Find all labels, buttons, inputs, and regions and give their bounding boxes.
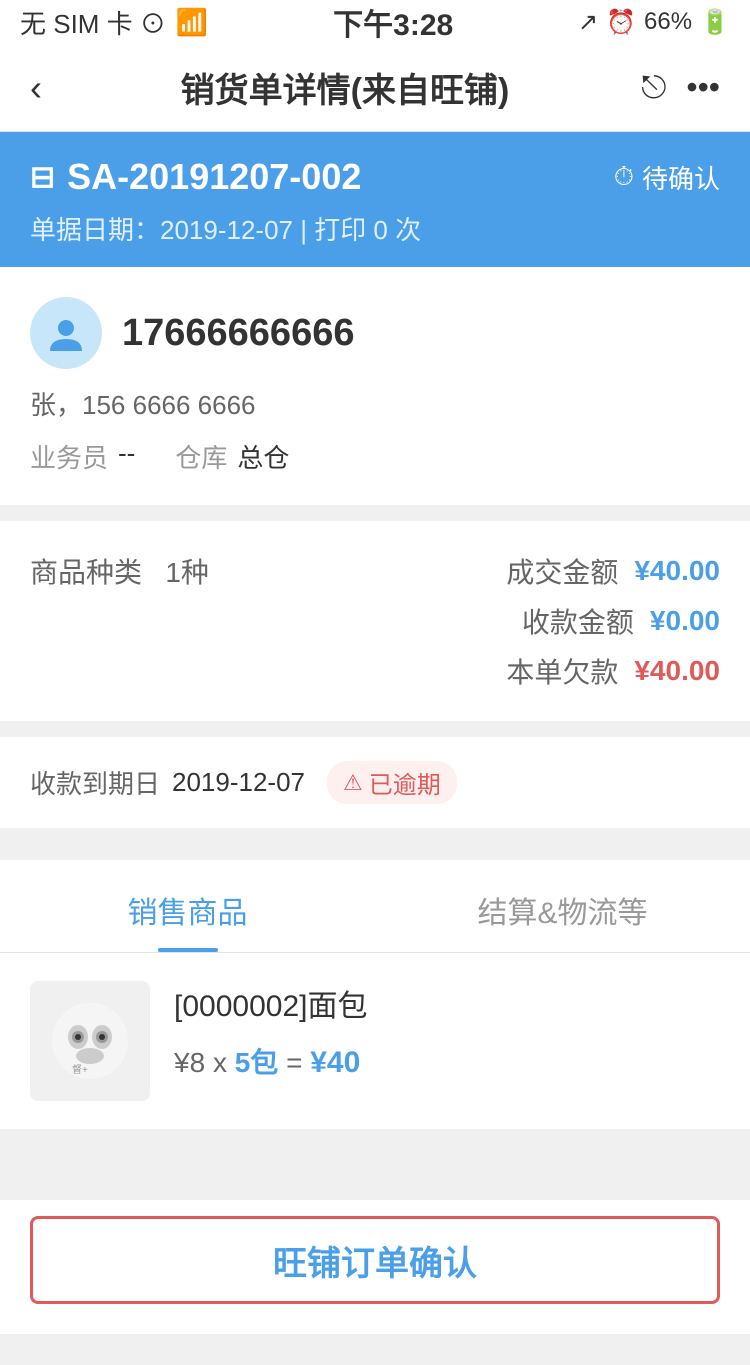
warehouse-label: 仓库 <box>175 438 227 475</box>
customer-name: 张，156 6666 6666 <box>30 385 720 422</box>
salesperson-field: 业务员 -- <box>30 438 135 475</box>
status-bar-right: ↗ ⏰ 66% 🔋 <box>578 8 730 37</box>
status-bar-time: 下午3:28 <box>333 0 453 44</box>
owed-amount-label: 本单欠款 <box>506 651 618 691</box>
goods-type-label: 商品种类 <box>30 557 142 588</box>
warehouse-value: 总仓 <box>237 438 289 475</box>
share-icon[interactable]: ⎋ <box>641 69 666 107</box>
battery-level: 66% <box>644 8 692 36</box>
received-amount-label: 收款金额 <box>522 601 634 641</box>
page-title: 销货单详情(来自旺铺) <box>90 63 600 112</box>
product-thumbnail: 督+ <box>30 981 150 1101</box>
price-unit: ¥8 <box>174 1047 205 1078</box>
customer-phone: 17666666666 <box>122 312 354 355</box>
back-button[interactable]: ‹ <box>30 67 90 109</box>
overdue-badge: ⚠ 已逾期 <box>327 761 457 804</box>
bottom-bar: 旺铺订单确认 <box>0 1200 750 1334</box>
alarm-icon: ⏰ <box>606 8 636 37</box>
due-date-value: 2019-12-07 <box>172 767 305 798</box>
battery-icon: 🔋 <box>700 8 730 37</box>
due-date-card: 收款到期日 2019-12-07 ⚠ 已逾期 <box>0 737 750 828</box>
wifi-icon: 📶 <box>176 7 208 38</box>
deal-amount-value: ¥40.00 <box>634 555 720 587</box>
salesperson-value: -- <box>118 438 135 475</box>
section-divider <box>0 844 750 860</box>
sim-status: 无 SIM 卡 ⊙ <box>20 4 166 41</box>
order-id: ⊟ SA-20191207-002 <box>30 156 361 198</box>
goods-type-row: 商品种类 1种 <box>30 551 209 591</box>
tab-sales[interactable]: 销售商品 <box>0 860 375 952</box>
due-date-label: 收款到期日 <box>30 764 160 801</box>
customer-card: 17666666666 张，156 6666 6666 业务员 -- 仓库 总仓 <box>0 267 750 505</box>
amounts-section: 成交金额 ¥40.00 收款金额 ¥0.00 本单欠款 ¥40.00 <box>506 551 720 691</box>
customer-avatar <box>30 297 102 369</box>
order-icon: ⊟ <box>30 160 55 195</box>
product-details: [0000002]面包 ¥8 x 5包 = ¥40 <box>174 981 720 1081</box>
tab-settlement-label: 结算&物流等 <box>477 897 647 930</box>
equals-sign: = <box>286 1047 310 1078</box>
product-item: 督+ [0000002]面包 ¥8 x 5包 = ¥40 <box>0 953 750 1129</box>
received-amount-row: 收款金额 ¥0.00 <box>522 601 720 641</box>
deal-amount-row: 成交金额 ¥40.00 <box>506 551 720 591</box>
salesperson-label: 业务员 <box>30 438 108 475</box>
order-date: 单据日期：2019-12-07 | 打印 0 次 <box>30 210 720 247</box>
tabs-bar: 销售商品 结算&物流等 <box>0 860 750 953</box>
confirm-order-button[interactable]: 旺铺订单确认 <box>30 1216 720 1304</box>
status-text: 待确认 <box>642 159 720 196</box>
goods-type-value: 1种 <box>165 557 209 588</box>
order-status: ⏱ 待确认 <box>614 159 720 196</box>
order-header: ⊟ SA-20191207-002 ⏱ 待确认 单据日期：2019-12-07 … <box>0 132 750 267</box>
more-icon[interactable]: ••• <box>686 69 720 106</box>
tab-settlement[interactable]: 结算&物流等 <box>375 860 750 952</box>
received-amount-value: ¥0.00 <box>650 605 720 637</box>
warehouse-field: 仓库 总仓 <box>175 438 289 475</box>
nav-bar: ‹ 销货单详情(来自旺铺) ⎋ ••• <box>0 44 750 132</box>
confirm-order-label: 旺铺订单确认 <box>273 1236 477 1285</box>
multiply-sign: x <box>213 1047 235 1078</box>
status-bar-left: 无 SIM 卡 ⊙ 📶 <box>20 4 208 41</box>
status-bar: 无 SIM 卡 ⊙ 📶 下午3:28 ↗ ⏰ 66% 🔋 <box>0 0 750 44</box>
clock-icon: ⏱ <box>614 161 634 193</box>
owed-amount-row: 本单欠款 ¥40.00 <box>506 651 720 691</box>
svg-text:督+: 督+ <box>72 1063 88 1076</box>
qty-value: 5包 <box>235 1047 279 1078</box>
location-icon: ↗ <box>578 8 598 37</box>
product-price: ¥8 x 5包 = ¥40 <box>174 1041 720 1081</box>
warning-icon: ⚠ <box>343 770 363 796</box>
overdue-text: 已逾期 <box>369 765 441 800</box>
summary-card: 商品种类 1种 成交金额 ¥40.00 收款金额 ¥0.00 本单欠款 ¥40.… <box>0 521 750 721</box>
customer-meta: 业务员 -- 仓库 总仓 <box>30 438 720 475</box>
total-value: ¥40 <box>310 1046 360 1079</box>
owed-amount-value: ¥40.00 <box>634 655 720 687</box>
product-name: [0000002]面包 <box>174 981 720 1025</box>
tab-sales-label: 销售商品 <box>128 897 248 930</box>
product-list: 督+ [0000002]面包 ¥8 x 5包 = ¥40 <box>0 953 750 1129</box>
deal-amount-label: 成交金额 <box>506 551 618 591</box>
order-id-text: SA-20191207-002 <box>67 156 361 198</box>
nav-actions: ⎋ ••• <box>600 69 720 107</box>
